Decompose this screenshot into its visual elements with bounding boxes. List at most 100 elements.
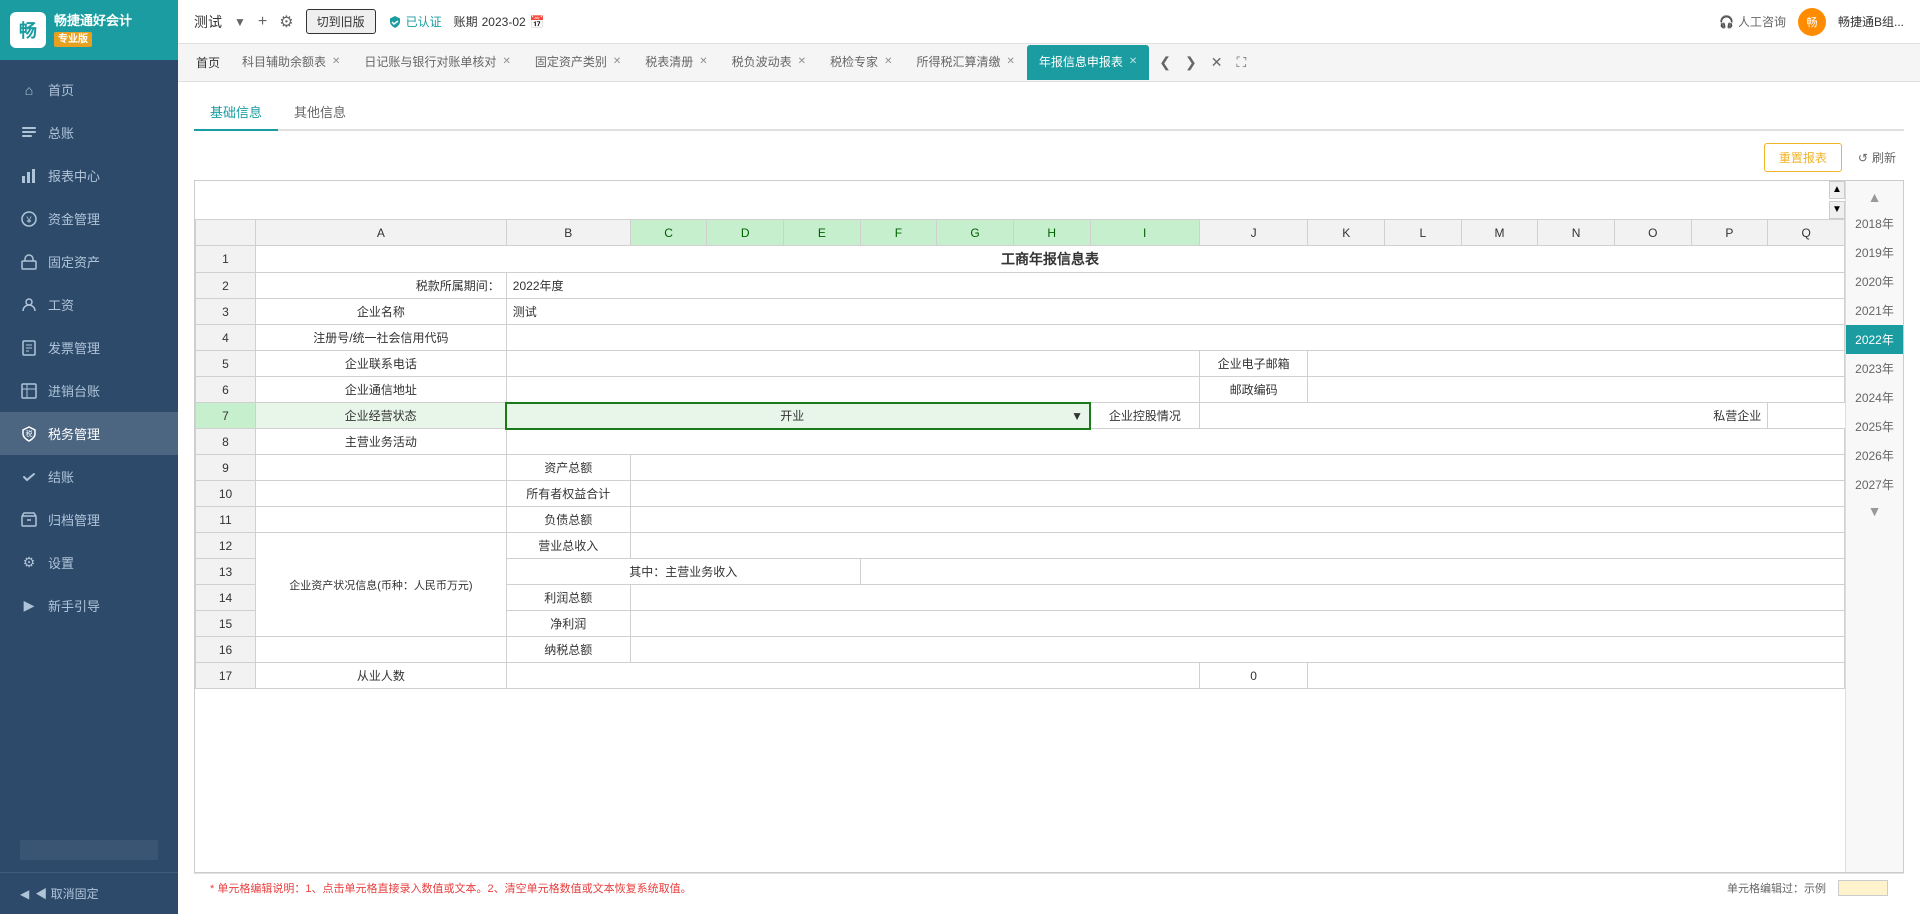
tab-tax-expert[interactable]: 税检专家 ✕ xyxy=(818,45,904,80)
cell-9-B[interactable]: 资产总额 xyxy=(506,455,630,481)
col-header-K[interactable]: K xyxy=(1308,220,1385,246)
col-header-M[interactable]: M xyxy=(1461,220,1538,246)
cell-16-B[interactable]: 纳税总额 xyxy=(506,637,630,663)
cell-14-C[interactable] xyxy=(630,585,1844,611)
scroll-up-button[interactable]: ▲ xyxy=(1829,181,1845,199)
tabs-next-button[interactable]: ❯ xyxy=(1179,50,1203,75)
tab-tax-return[interactable]: 税表清册 ✕ xyxy=(633,45,719,80)
tab-income-tax[interactable]: 所得税汇算清缴 ✕ xyxy=(904,45,1026,80)
tabs-prev-button[interactable]: ❮ xyxy=(1153,50,1177,75)
sidebar-item-assets[interactable]: 固定资产 xyxy=(0,240,178,283)
year-item-2024[interactable]: 2024年 xyxy=(1846,383,1903,412)
sidebar-item-reports[interactable]: 报表中心 xyxy=(0,154,178,197)
year-item-2021[interactable]: 2021年 xyxy=(1846,296,1903,325)
cell-17-B[interactable] xyxy=(506,663,1199,689)
sub-tab-basic[interactable]: 基础信息 xyxy=(194,94,278,131)
cell-7-C[interactable]: 开业 ▼ xyxy=(506,403,1090,429)
sidebar-item-guide[interactable]: ▶ 新手引导 xyxy=(0,584,178,627)
tab-tax-return-close[interactable]: ✕ xyxy=(699,56,707,67)
sub-tab-other[interactable]: 其他信息 xyxy=(278,94,362,131)
cell-15-B[interactable]: 净利润 xyxy=(506,611,630,637)
sidebar-collapse-button[interactable]: ◀ ◀ 取消固定 xyxy=(0,872,178,914)
cell-12-C[interactable] xyxy=(630,533,1844,559)
cell-title[interactable]: 工商年报信息表 xyxy=(256,246,1845,273)
cell-2-A[interactable]: 税款所属期间： xyxy=(256,273,507,299)
col-header-H[interactable]: H xyxy=(1013,220,1090,246)
col-header-P[interactable]: P xyxy=(1691,220,1768,246)
tab-auxiliary[interactable]: 科目辅助余额表 ✕ xyxy=(230,45,352,80)
cell-7-J[interactable]: 企业控股情况 xyxy=(1090,403,1199,429)
topbar-settings-button[interactable]: ⚙ xyxy=(279,12,293,32)
col-header-O[interactable]: O xyxy=(1614,220,1691,246)
cell-7-K[interactable]: 私营企业 xyxy=(1199,403,1767,429)
sidebar-item-closing[interactable]: 结账 xyxy=(0,455,178,498)
col-header-C[interactable]: C xyxy=(630,220,707,246)
topbar-help-button[interactable]: 🎧 人工咨询 xyxy=(1719,13,1786,30)
col-header-G[interactable]: G xyxy=(937,220,1014,246)
cell-10-C[interactable] xyxy=(630,481,1844,507)
tabs-expand-button[interactable]: ⛶ xyxy=(1230,50,1252,75)
year-item-2025[interactable]: 2025年 xyxy=(1846,412,1903,441)
cell-4-A[interactable]: 注册号/统一社会信用代码 xyxy=(256,325,507,351)
cell-8-B[interactable] xyxy=(506,429,1844,455)
cell-11-A[interactable] xyxy=(256,507,507,533)
year-item-2018[interactable]: 2018年 xyxy=(1846,209,1903,238)
cell-4-B[interactable] xyxy=(506,325,1844,351)
sidebar-item-archive[interactable]: 归档管理 xyxy=(0,498,178,541)
year-item-2022[interactable]: 2022年 xyxy=(1846,325,1903,354)
cell-6-J[interactable]: 邮政编码 xyxy=(1199,377,1308,403)
sidebar-item-ledger[interactable]: 总账 xyxy=(0,111,178,154)
tab-annual-report-close[interactable]: ✕ xyxy=(1129,56,1137,67)
cell-13-G[interactable] xyxy=(860,559,1844,585)
tab-fixed-assets[interactable]: 固定资产类别 ✕ xyxy=(523,45,633,80)
col-header-E[interactable]: E xyxy=(784,220,861,246)
year-item-2019[interactable]: 2019年 xyxy=(1846,238,1903,267)
year-scroll-down[interactable]: ▼ xyxy=(1846,499,1903,523)
cell-11-B[interactable]: 负债总额 xyxy=(506,507,630,533)
tab-tax-risk[interactable]: 税负波动表 ✕ xyxy=(720,45,818,80)
cell-3-B[interactable]: 测试 xyxy=(506,299,1844,325)
tab-auxiliary-close[interactable]: ✕ xyxy=(332,56,340,67)
tab-income-tax-close[interactable]: ✕ xyxy=(1006,56,1014,67)
col-header-A[interactable]: A xyxy=(256,220,507,246)
cell-5-K[interactable] xyxy=(1308,351,1845,377)
topbar-switch-button[interactable]: 切到旧版 xyxy=(306,9,376,34)
col-header-N[interactable]: N xyxy=(1538,220,1615,246)
year-item-2020[interactable]: 2020年 xyxy=(1846,267,1903,296)
tab-fixed-assets-close[interactable]: ✕ xyxy=(613,56,621,67)
col-header-B[interactable]: B xyxy=(506,220,630,246)
sidebar-item-tax[interactable]: 税 税务管理 xyxy=(0,412,178,455)
cell-8-A[interactable]: 主营业务活动 xyxy=(256,429,507,455)
col-header-L[interactable]: L xyxy=(1385,220,1462,246)
cell-13-C[interactable]: 其中：主营业务收入 xyxy=(506,559,860,585)
cell-9-C[interactable] xyxy=(630,455,1844,481)
cell-6-K[interactable] xyxy=(1308,377,1845,403)
topbar-add-button[interactable]: + xyxy=(258,13,267,31)
year-item-2026[interactable]: 2026年 xyxy=(1846,441,1903,470)
sidebar-item-invoices[interactable]: 发票管理 xyxy=(0,326,178,369)
year-item-2027[interactable]: 2027年 xyxy=(1846,470,1903,499)
cell-5-J[interactable]: 企业电子邮箱 xyxy=(1199,351,1308,377)
cell-9-A[interactable] xyxy=(256,455,507,481)
col-header-Q[interactable]: Q xyxy=(1768,220,1845,246)
cell-17-J[interactable]: 0 xyxy=(1199,663,1308,689)
cell-17-K[interactable] xyxy=(1308,663,1845,689)
col-header-J[interactable]: J xyxy=(1199,220,1308,246)
cell-10-B[interactable]: 所有者权益合计 xyxy=(506,481,630,507)
tab-annual-report[interactable]: 年报信息申报表 ✕ xyxy=(1027,45,1149,80)
cell-2-B[interactable]: 2022年度 xyxy=(506,273,1844,299)
scroll-down-button[interactable]: ▼ xyxy=(1829,201,1845,219)
tab-journal-close[interactable]: ✕ xyxy=(502,56,510,67)
col-header-I[interactable]: I xyxy=(1090,220,1199,246)
refresh-button[interactable]: ↺ 刷新 xyxy=(1850,144,1904,171)
cell-12-A[interactable]: 企业资产状况信息(币种：人民币万元) xyxy=(256,533,507,637)
tab-tax-expert-close[interactable]: ✕ xyxy=(884,56,892,67)
spreadsheet-scroll[interactable]: ▲ ▼ A B C D E xyxy=(195,181,1845,872)
cell-16-A[interactable] xyxy=(256,637,507,663)
calendar-icon[interactable]: 📅 xyxy=(530,15,545,29)
reset-report-button[interactable]: 重置报表 xyxy=(1764,143,1842,172)
cell-14-B[interactable]: 利润总额 xyxy=(506,585,630,611)
col-header-D[interactable]: D xyxy=(707,220,784,246)
cell-10-A[interactable] xyxy=(256,481,507,507)
cell-3-A[interactable]: 企业名称 xyxy=(256,299,507,325)
